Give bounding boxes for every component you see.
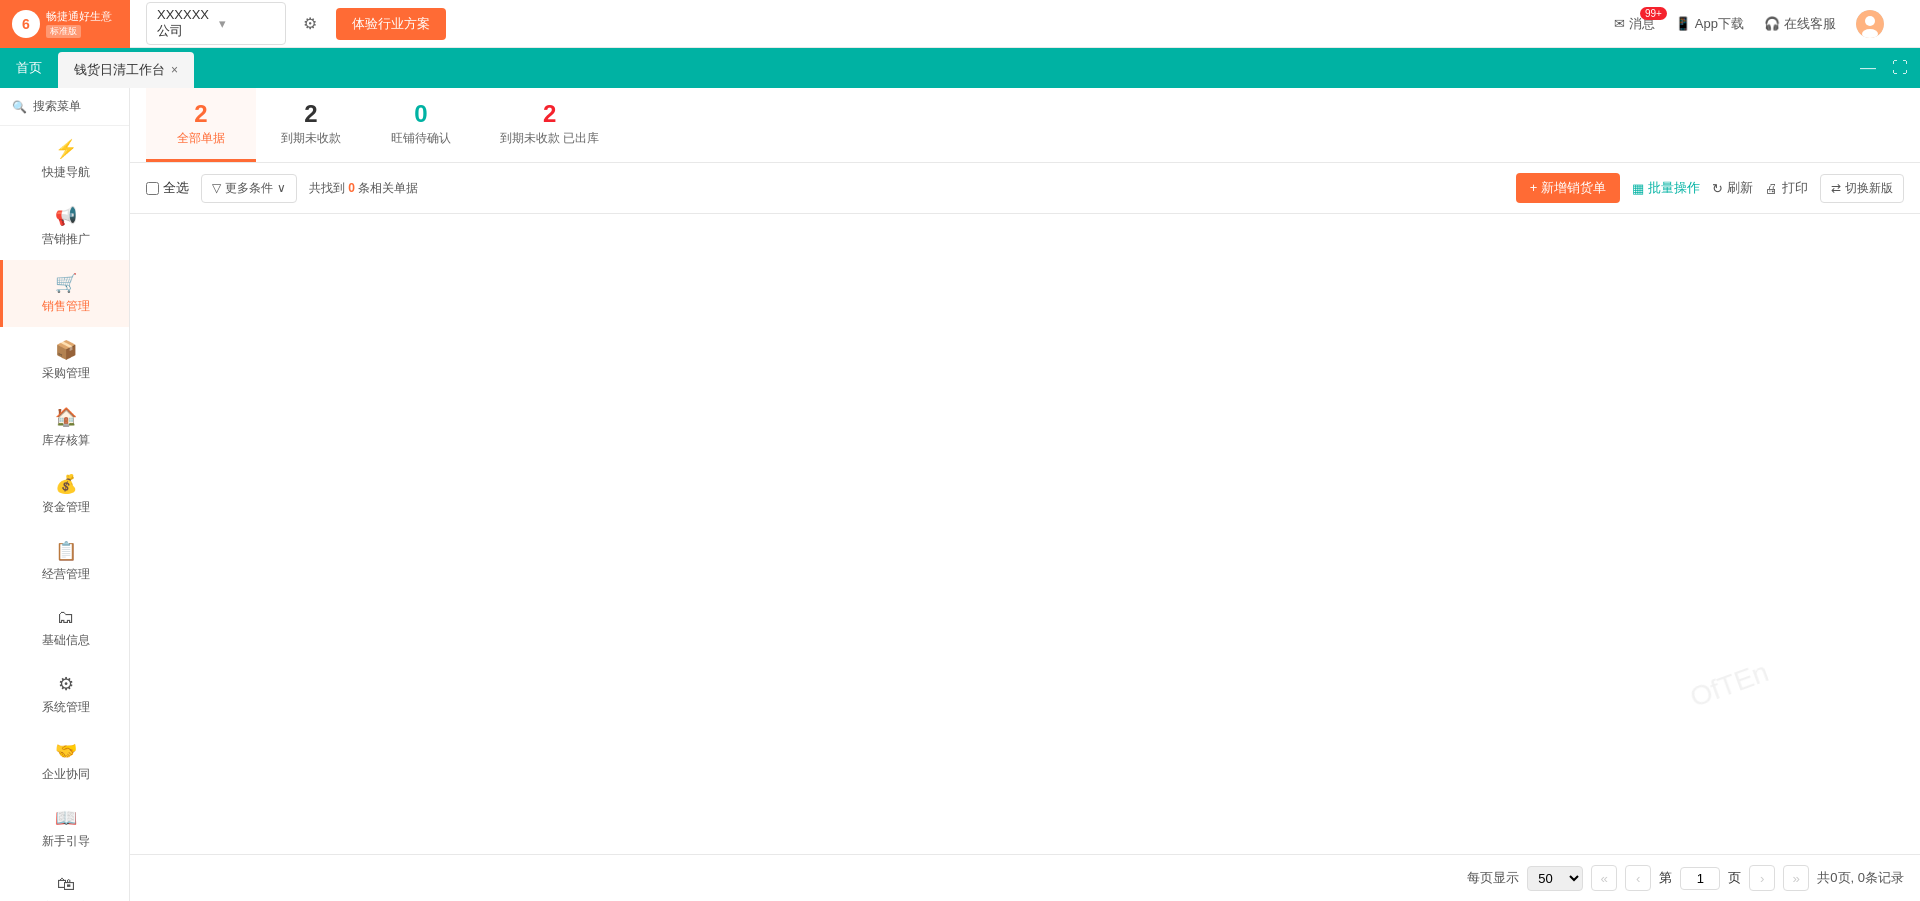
marketing-icon: 📢 [55,205,77,227]
company-dropdown-arrow: ▾ [219,16,275,31]
prev-page-button[interactable]: ‹ [1625,865,1651,891]
tab-close-button[interactable]: × [171,64,178,76]
messages-badge: 99+ [1640,7,1667,20]
trial-button[interactable]: 体验行业方案 [336,8,446,40]
app-center-icon: 🛍 [57,874,75,895]
toolbar: 全选 ▽ 更多条件 ∨ 共找到 0 条相关单据 + 新增销货单 ▦ 批量操作 [130,163,1920,214]
online-service-button[interactable]: 🎧 在线客服 [1764,15,1836,33]
batch-icon: ▦ [1632,181,1644,196]
stats-tab-pending[interactable]: 0 旺铺待确认 [366,88,476,162]
search-icon: 🔍 [12,100,27,114]
sidebar-item-guide[interactable]: 📖 新手引导 [0,795,129,862]
sidebar-item-basic[interactable]: 🗂 基础信息 [0,595,129,661]
stats-tab-all[interactable]: 2 全部单据 [146,88,256,162]
tab-worktable[interactable]: 钱货日清工作台 × [58,52,194,88]
main-layout: 🔍 搜索菜单 ⚡ 快捷导航 📢 营销推广 🛒 销售管理 📦 采购管理 🏠 库存核… [0,88,1920,901]
sidebar-item-system[interactable]: ⚙ 系统管理 [0,661,129,728]
empty-area [130,214,1920,854]
system-icon: ⚙ [58,673,74,695]
select-all-checkbox[interactable] [146,182,159,195]
page-size-select[interactable]: 20 50 100 [1527,866,1583,891]
quick-nav-icon: ⚡ [55,138,77,160]
per-page-label: 每页显示 [1467,869,1519,887]
content-wrapper [130,214,1920,854]
toolbar-right: + 新增销货单 ▦ 批量操作 ↻ 刷新 🖨 打印 ⇄ 切换新版 [1516,173,1904,203]
sidebar-item-purchase[interactable]: 📦 采购管理 [0,327,129,394]
total-records: 共0页, 0条记录 [1817,869,1904,887]
switch-version-button[interactable]: ⇄ 切换新版 [1820,174,1904,203]
stats-tabs: 2 全部单据 2 到期未收款 0 旺铺待确认 2 到期未收款 已出库 [130,88,1920,163]
filter-arrow-icon: ∨ [277,181,286,195]
tab-home[interactable]: 首页 [0,48,58,88]
messages-button[interactable]: ✉ 消息 99+ [1614,15,1655,33]
page-input[interactable] [1680,867,1720,890]
tab-bar-actions: — ⛶ [1856,57,1920,79]
pagination-bar: 每页显示 20 50 100 « ‹ 第 页 › » 共0页, 0条记录 [130,854,1920,901]
sidebar-search[interactable]: 🔍 搜索菜单 [0,88,129,126]
sidebar-item-operations[interactable]: 📋 经营管理 [0,528,129,595]
svg-point-1 [1865,16,1875,26]
logo-text: 畅捷通好生意 标准版 [46,9,112,39]
print-button[interactable]: 🖨 打印 [1765,179,1808,197]
settings-button[interactable]: ⚙ [294,8,326,40]
download-icon: 📱 [1675,16,1691,31]
print-icon: 🖨 [1765,181,1778,196]
finance-icon: 💰 [55,473,77,495]
logo-area: 6 畅捷通好生意 标准版 [0,0,130,48]
content-area: 2 全部单据 2 到期未收款 0 旺铺待确认 2 到期未收款 已出库 全选 [130,88,1920,901]
operations-icon: 📋 [55,540,77,562]
stats-tab-overdue[interactable]: 2 到期未收款 [256,88,366,162]
filter-icon: ▽ [212,181,221,195]
next-page-button[interactable]: › [1749,865,1775,891]
page-suffix: 页 [1728,869,1741,887]
cooperation-icon: 🤝 [55,740,77,762]
refresh-icon: ↻ [1712,181,1723,196]
filter-button[interactable]: ▽ 更多条件 ∨ [201,174,297,203]
sidebar-item-app-center[interactable]: 🛍 应用中心 [0,862,129,901]
switch-icon: ⇄ [1831,181,1841,195]
message-icon: ✉ [1614,16,1625,31]
batch-op-button[interactable]: ▦ 批量操作 [1632,179,1700,197]
new-sale-button[interactable]: + 新增销货单 [1516,173,1620,203]
first-page-button[interactable]: « [1591,865,1617,891]
found-text: 共找到 0 条相关单据 [309,180,418,197]
service-icon: 🎧 [1764,16,1780,31]
header-right: ✉ 消息 99+ 📱 App下载 🎧 在线客服 [1614,10,1904,38]
sidebar-item-finance[interactable]: 💰 资金管理 [0,461,129,528]
purchase-icon: 📦 [55,339,77,361]
sidebar-item-sales[interactable]: 🛒 销售管理 [0,260,129,327]
tab-maximize-button[interactable]: ⛶ [1888,57,1912,79]
sidebar-item-marketing[interactable]: 📢 营销推广 [0,193,129,260]
sales-icon: 🛒 [55,272,77,294]
company-selector[interactable]: XXXXXX公司 ▾ [146,2,286,45]
logo-icon: 6 [12,10,40,38]
select-all-wrap[interactable]: 全选 [146,179,189,197]
top-header: 6 畅捷通好生意 标准版 XXXXXX公司 ▾ ⚙ 体验行业方案 ✉ 消息 99… [0,0,1920,48]
refresh-button[interactable]: ↻ 刷新 [1712,179,1753,197]
sidebar-item-cooperation[interactable]: 🤝 企业协同 [0,728,129,795]
sidebar-item-quick-nav[interactable]: ⚡ 快捷导航 [0,126,129,193]
last-page-button[interactable]: » [1783,865,1809,891]
guide-icon: 📖 [55,807,77,829]
app-download-button[interactable]: 📱 App下载 [1675,15,1744,33]
inventory-icon: 🏠 [55,406,77,428]
sidebar: 🔍 搜索菜单 ⚡ 快捷导航 📢 营销推广 🛒 销售管理 📦 采购管理 🏠 库存核… [0,88,130,901]
page-label: 第 [1659,869,1672,887]
basic-icon: 🗂 [57,607,75,628]
stats-tab-overdue-out[interactable]: 2 到期未收款 已出库 [476,88,623,162]
tab-minimize-button[interactable]: — [1856,57,1880,79]
toolbar-left: 全选 ▽ 更多条件 ∨ 共找到 0 条相关单据 [146,174,418,203]
user-avatar[interactable] [1856,10,1884,38]
tab-bar: 首页 钱货日清工作台 × — ⛶ [0,48,1920,88]
company-name: XXXXXX公司 [157,7,213,40]
sidebar-item-inventory[interactable]: 🏠 库存核算 [0,394,129,461]
